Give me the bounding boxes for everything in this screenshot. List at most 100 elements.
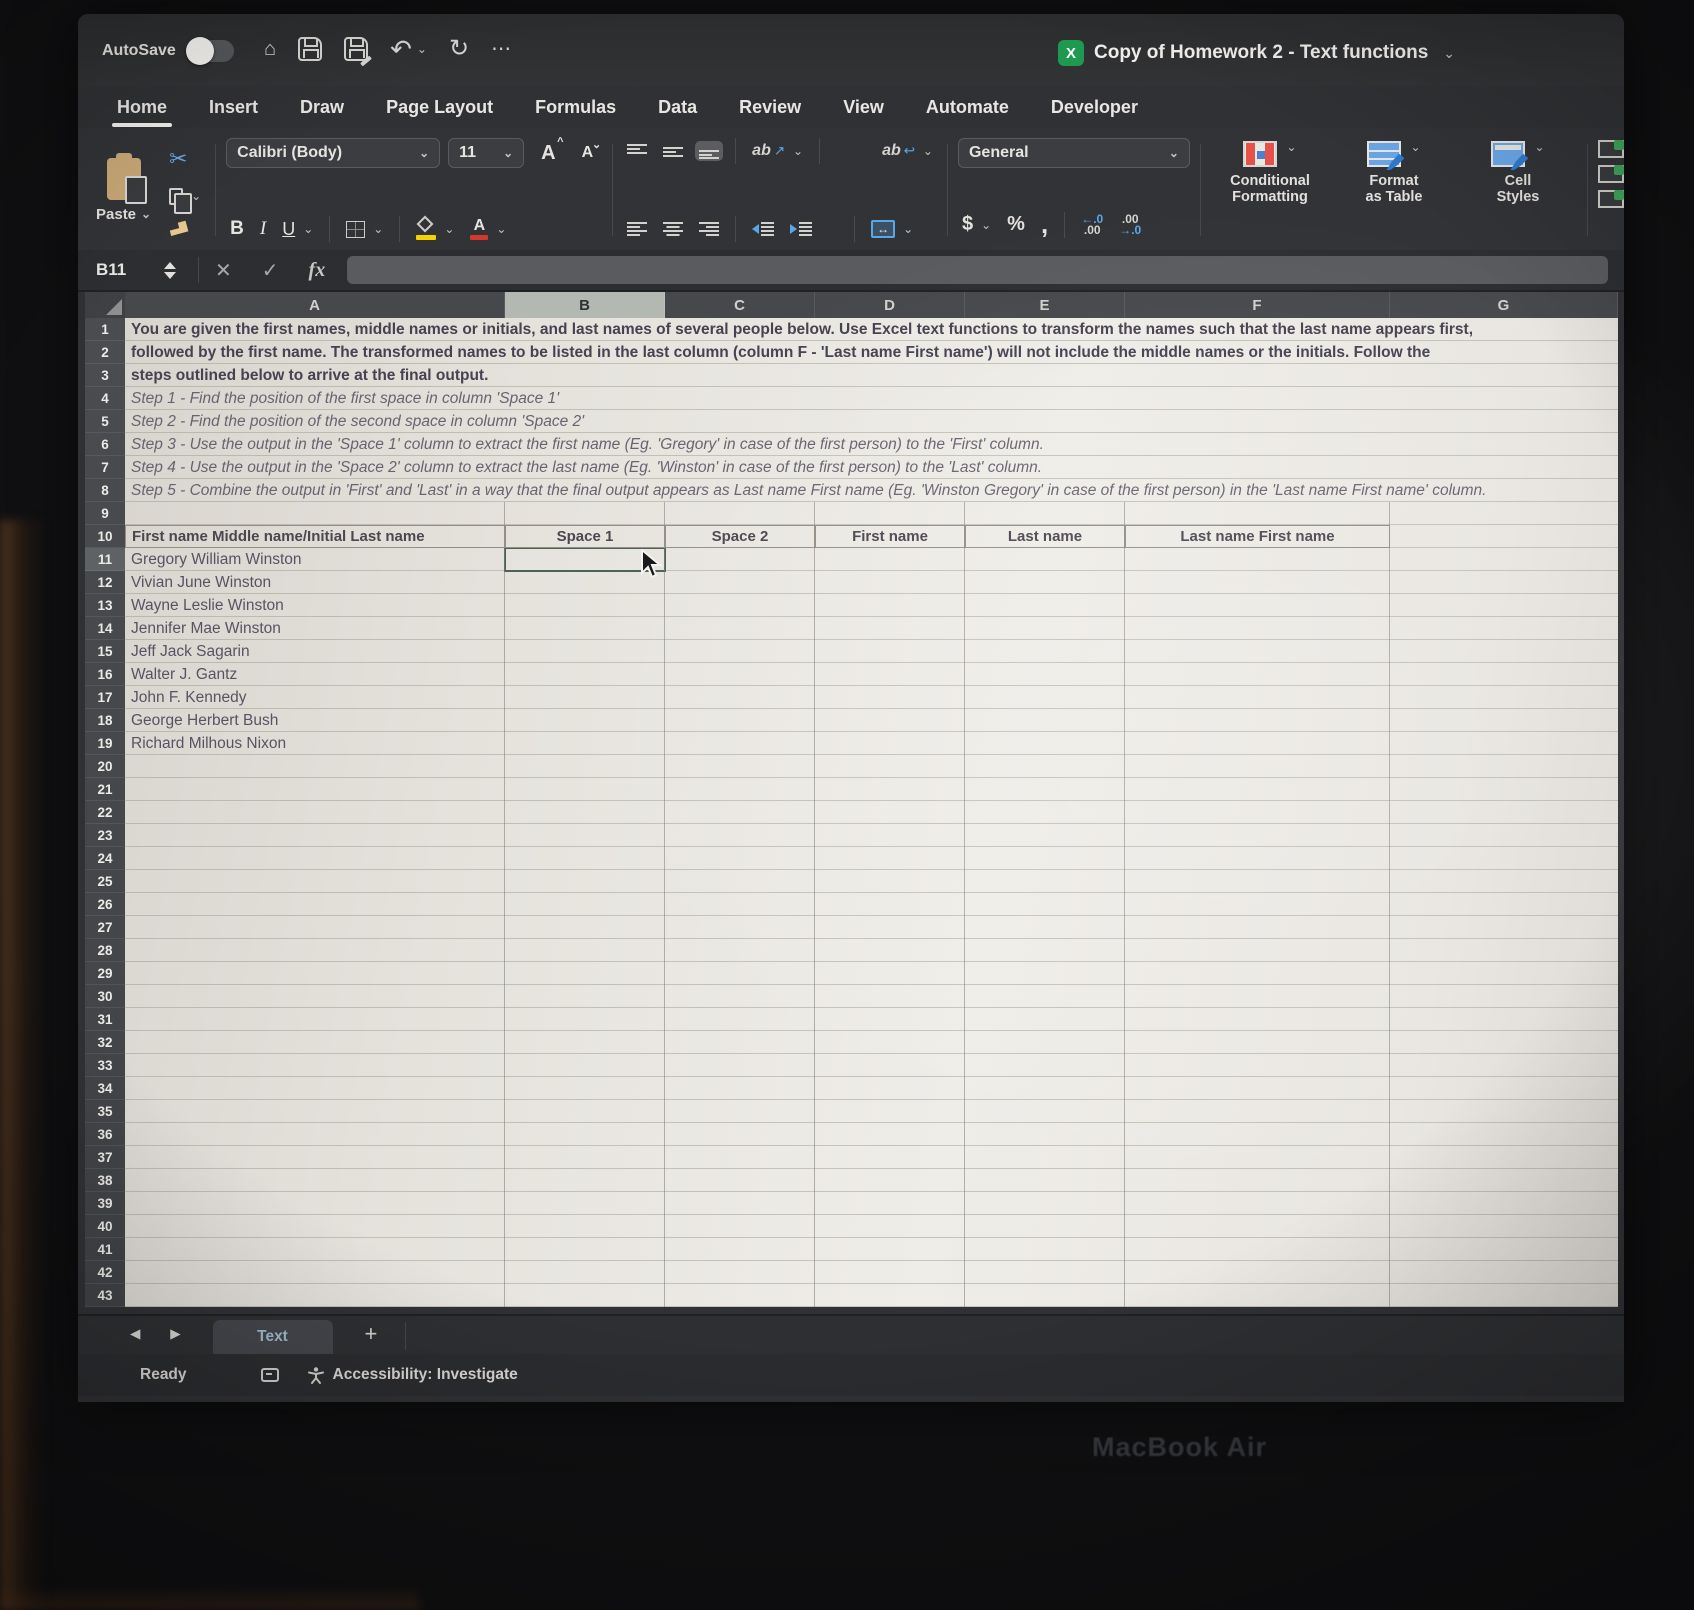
row-header-10[interactable]: 10 (85, 525, 125, 548)
confirm-entry-button[interactable]: ✓ (258, 256, 283, 285)
cell-A17[interactable]: John F. Kennedy (131, 686, 246, 709)
more-commands-button[interactable]: ⋯ (487, 39, 515, 59)
row-header-9[interactable]: 9 (85, 502, 125, 525)
row-header-31[interactable]: 31 (85, 1008, 125, 1031)
cell-A10[interactable]: First name Middle name/Initial Last name (125, 525, 505, 548)
macro-record-icon[interactable] (260, 1368, 279, 1382)
cell-A11[interactable]: Gregory William Winston (131, 548, 302, 571)
ribbon-tab-formulas[interactable]: Formulas (514, 91, 637, 124)
cell-A14[interactable]: Jennifer Mae Winston (131, 617, 281, 640)
autosave-toggle[interactable] (185, 37, 234, 65)
cell-A12[interactable]: Vivian June Winston (131, 571, 271, 594)
row-header-37[interactable]: 37 (85, 1146, 125, 1169)
cell-A5[interactable]: Step 2 - Find the position of the second… (131, 410, 584, 433)
paste-button[interactable]: Paste ⌄ (90, 152, 157, 223)
orientation-button[interactable]: ab ↗ ⌄ (748, 140, 807, 162)
cell-A2[interactable]: followed by the first name. The transfor… (131, 341, 1430, 364)
column-header-B[interactable]: B (505, 292, 665, 318)
borders-button[interactable]: ⌄ (342, 219, 387, 240)
font-color-button[interactable]: A ⌄ (466, 216, 510, 242)
cell-A4[interactable]: Step 1 - Find the position of the first … (131, 387, 559, 410)
shrink-font-button[interactable]: A ⌄ (573, 139, 603, 164)
sheet-tab-text[interactable]: Text (212, 1320, 333, 1354)
row-header-5[interactable]: 5 (85, 410, 125, 433)
number-format-select[interactable]: General ⌄ (957, 138, 1190, 168)
row-header-34[interactable]: 34 (85, 1077, 125, 1100)
row-header-13[interactable]: 13 (85, 594, 125, 617)
copy-button[interactable]: ⌄ (165, 186, 205, 214)
cell-C10[interactable]: Space 2 (665, 525, 815, 548)
ribbon-tab-review[interactable]: Review (718, 91, 822, 124)
cell-D10[interactable]: First name (815, 525, 965, 548)
row-header-32[interactable]: 32 (85, 1031, 125, 1054)
align-right-button[interactable] (695, 219, 723, 239)
row-header-39[interactable]: 39 (85, 1192, 125, 1215)
row-header-3[interactable]: 3 (85, 364, 125, 387)
save-as-button[interactable] (340, 37, 372, 67)
cell-grid[interactable]: You are given the first names, middle na… (125, 318, 1618, 1307)
cell-B10[interactable]: Space 1 (505, 525, 665, 548)
row-header-26[interactable]: 26 (85, 893, 125, 916)
align-bottom-button[interactable] (695, 141, 724, 161)
ribbon-tab-developer[interactable]: Developer (1030, 91, 1159, 124)
underline-button[interactable]: U ⌄ (278, 217, 317, 242)
row-header-23[interactable]: 23 (85, 824, 125, 847)
row-header-16[interactable]: 16 (85, 663, 125, 686)
row-header-17[interactable]: 17 (85, 686, 125, 709)
cell-A15[interactable]: Jeff Jack Sagarin (131, 640, 250, 663)
row-header-14[interactable]: 14 (85, 617, 125, 640)
row-header-27[interactable]: 27 (85, 916, 125, 939)
ribbon-tab-data[interactable]: Data (637, 91, 718, 124)
row-header-19[interactable]: 19 (85, 732, 125, 755)
cell-A7[interactable]: Step 4 - Use the output in the 'Space 2'… (131, 456, 1042, 479)
row-header-42[interactable]: 42 (85, 1261, 125, 1284)
comma-format-button[interactable]: , (1037, 207, 1052, 242)
home-button[interactable]: ⌂ (260, 39, 280, 59)
cancel-entry-button[interactable]: ✕ (211, 256, 236, 285)
bold-button[interactable]: B (226, 216, 248, 242)
row-header-8[interactable]: 8 (85, 479, 125, 502)
accessibility-status[interactable]: Accessibility: Investigate (333, 1366, 518, 1384)
cell-A8[interactable]: Step 5 - Combine the output in 'First' a… (131, 479, 1486, 502)
align-center-button[interactable] (659, 219, 687, 239)
decrease-decimal-button[interactable]: ←.0.00 (1077, 212, 1107, 238)
cell-A1[interactable]: You are given the first names, middle na… (131, 318, 1473, 341)
increase-indent-button[interactable] (786, 219, 816, 239)
row-header-6[interactable]: 6 (85, 433, 125, 456)
currency-format-button[interactable]: $ ⌄ (958, 211, 995, 238)
cell-A6[interactable]: Step 3 - Use the output in the 'Space 1'… (131, 433, 1044, 456)
row-header-30[interactable]: 30 (85, 985, 125, 1008)
italic-button[interactable]: I (256, 216, 270, 242)
row-header-41[interactable]: 41 (85, 1238, 125, 1261)
align-left-button[interactable] (623, 219, 651, 239)
column-header-E[interactable]: E (965, 292, 1125, 318)
redo-button[interactable]: ↻ (445, 37, 473, 61)
save-button[interactable] (294, 37, 326, 61)
select-all-corner[interactable] (85, 292, 125, 318)
cell-A19[interactable]: Richard Milhous Nixon (131, 732, 286, 755)
row-header-4[interactable]: 4 (85, 387, 125, 410)
align-middle-button[interactable] (659, 141, 687, 161)
column-header-D[interactable]: D (815, 292, 965, 318)
ribbon-tab-view[interactable]: View (822, 91, 905, 124)
row-header-36[interactable]: 36 (85, 1123, 125, 1146)
percent-format-button[interactable]: % (1003, 211, 1029, 238)
column-header-C[interactable]: C (665, 292, 815, 318)
row-header-7[interactable]: 7 (85, 456, 125, 479)
delete-cells-icon[interactable] (1597, 165, 1624, 183)
row-header-38[interactable]: 38 (85, 1169, 125, 1192)
row-header-11[interactable]: 11 (85, 548, 125, 571)
row-header-33[interactable]: 33 (85, 1054, 125, 1077)
row-header-2[interactable]: 2 (85, 341, 125, 364)
row-header-29[interactable]: 29 (85, 962, 125, 985)
name-box-spinner[interactable] (164, 261, 176, 279)
ribbon-tab-home[interactable]: Home (96, 91, 188, 127)
merge-center-button[interactable]: ↔ ⌄ (867, 218, 917, 240)
row-header-28[interactable]: 28 (85, 939, 125, 962)
row-header-20[interactable]: 20 (85, 755, 125, 778)
column-header-G[interactable]: G (1390, 292, 1618, 318)
name-box[interactable]: B11 (78, 260, 186, 280)
row-header-22[interactable]: 22 (85, 801, 125, 824)
row-header-18[interactable]: 18 (85, 709, 125, 732)
format-painter-button[interactable] (165, 218, 205, 236)
